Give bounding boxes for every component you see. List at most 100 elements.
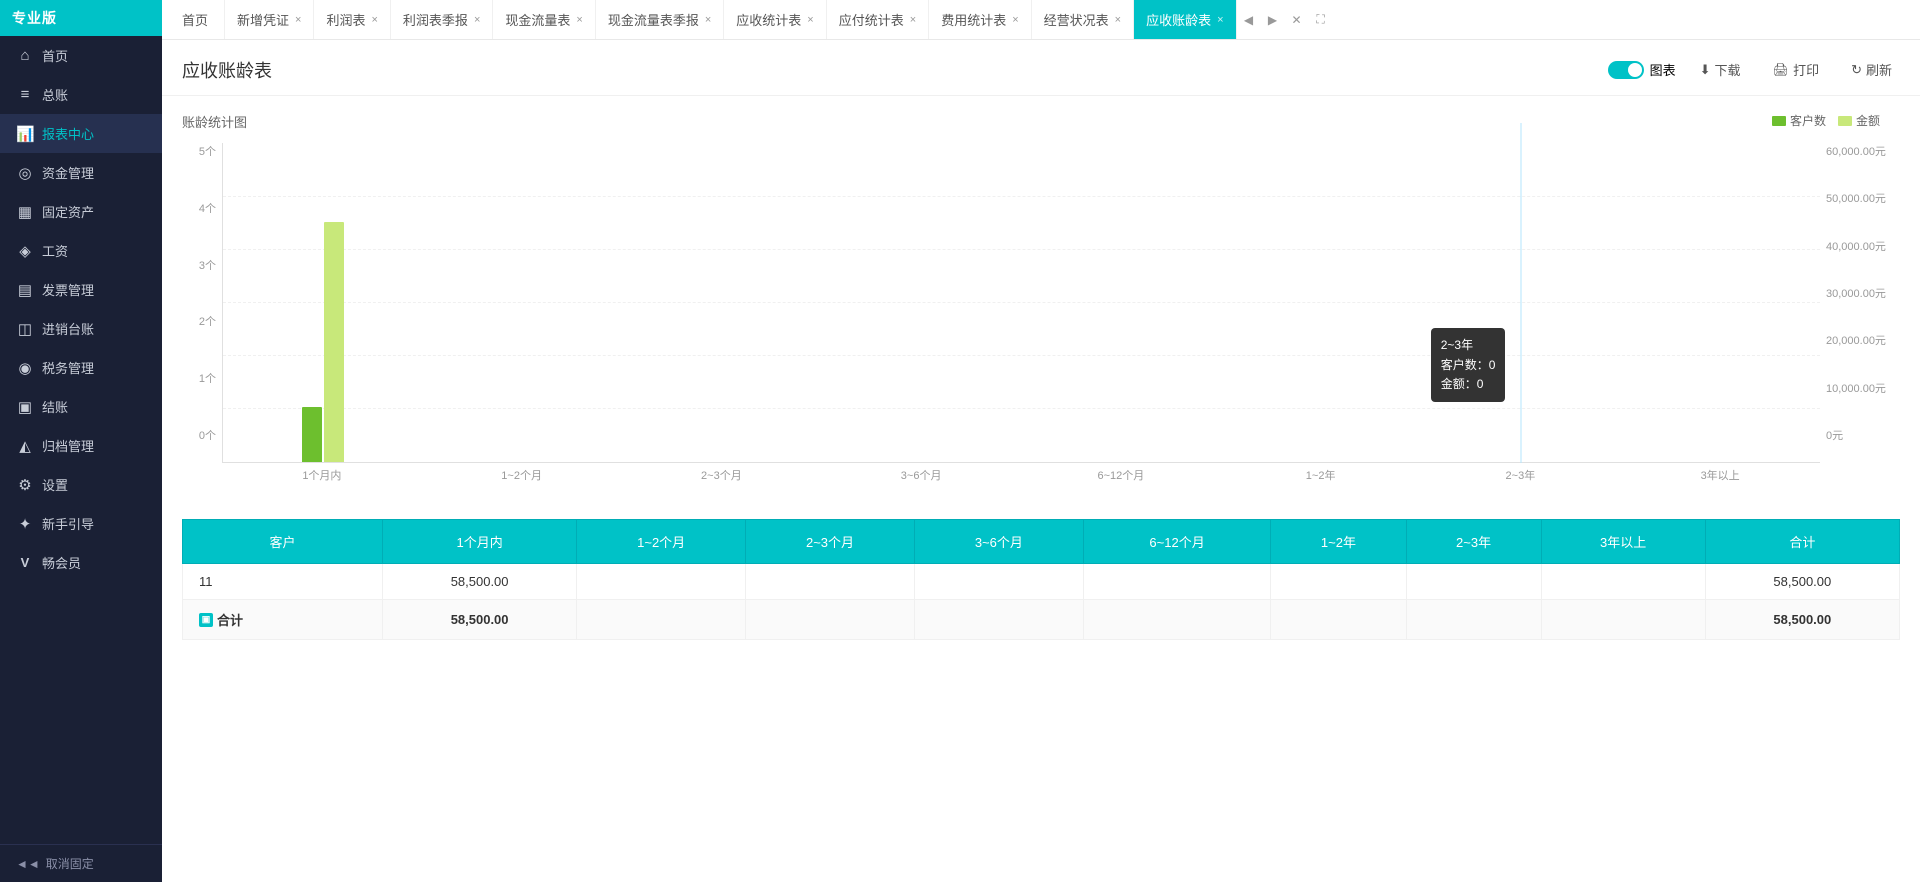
- tab-receivable-aging[interactable]: 应收账龄表 ×: [1134, 0, 1236, 40]
- total-1month: 58,500.00: [383, 600, 577, 640]
- print-icon: 🖨: [1773, 62, 1790, 78]
- sidebar-item-funds[interactable]: ◎ 资金管理: [0, 153, 162, 192]
- tab-close-payable-stat[interactable]: ×: [910, 14, 916, 26]
- y-right-label: 40,000.00元: [1826, 238, 1886, 254]
- tax-icon: ◉: [16, 359, 34, 377]
- sidebar-item-label: 发票管理: [42, 280, 94, 299]
- tab-close-all[interactable]: ✕: [1285, 0, 1309, 40]
- cell-12month: [577, 564, 746, 600]
- data-table: 客户 1个月内 1~2个月 2~3个月 3~6个月 6~12个月 1~2年 2~…: [182, 519, 1900, 640]
- sidebar-item-label: 总账: [42, 85, 68, 104]
- tab-voucher[interactable]: 新增凭证 ×: [225, 0, 314, 40]
- tab-close-receivable-stat[interactable]: ×: [807, 14, 813, 26]
- y-right-label: 50,000.00元: [1826, 190, 1886, 206]
- tab-close-cashflow-quarterly[interactable]: ×: [705, 14, 711, 26]
- sidebar-item-label: 归档管理: [42, 436, 94, 455]
- cell-customer: 11: [183, 564, 383, 600]
- invoice-icon: ▤: [16, 281, 34, 299]
- table-header-row: 客户 1个月内 1~2个月 2~3个月 3~6个月 6~12个月 1~2年 2~…: [183, 520, 1900, 564]
- y-label: 3个: [199, 257, 216, 273]
- sidebar-item-archive[interactable]: ◭ 归档管理: [0, 426, 162, 465]
- collapse-icon: ◄◄: [16, 857, 40, 871]
- sidebar-item-reports[interactable]: 📊 报表中心: [0, 114, 162, 153]
- tab-profit[interactable]: 利润表 ×: [314, 0, 390, 40]
- tab-operation-stat[interactable]: 经营状况表 ×: [1032, 0, 1134, 40]
- refresh-icon: ↻: [1851, 62, 1862, 78]
- sidebar-item-label: 税务管理: [42, 358, 94, 377]
- tab-cashflow-quarterly[interactable]: 现金流量表季报 ×: [596, 0, 724, 40]
- tab-close-expense-stat[interactable]: ×: [1012, 14, 1018, 26]
- y-right-label: 0元: [1826, 427, 1843, 443]
- y-right-label: 60,000.00元: [1826, 143, 1886, 159]
- x-label-12year: 1~2年: [1221, 467, 1421, 483]
- total-3plusyear: [1541, 600, 1705, 640]
- tab-home[interactable]: 首页: [166, 0, 225, 40]
- bar-group-3plusyear: [1620, 143, 1820, 462]
- sidebar-item-closing[interactable]: ▣ 结账: [0, 387, 162, 426]
- y-right-label: 20,000.00元: [1826, 332, 1886, 348]
- guide-icon: ✦: [16, 515, 34, 533]
- x-label-612month: 6~12个月: [1021, 467, 1221, 483]
- bar-group-23year: 2~3年 客户数：0 金额：0: [1421, 143, 1621, 462]
- sidebar-item-vip[interactable]: V 畅会员: [0, 543, 162, 582]
- bar-group-1month: [223, 143, 423, 462]
- tab-profit-quarterly[interactable]: 利润表季报 ×: [391, 0, 493, 40]
- sidebar-item-ledger[interactable]: ≡ 总账: [0, 75, 162, 114]
- print-btn[interactable]: 🖨 打印: [1765, 56, 1828, 83]
- cell-total-label: ▣ 合计: [183, 600, 383, 640]
- sidebar-item-label: 资金管理: [42, 163, 94, 182]
- sidebar-item-label: 新手引导: [42, 514, 94, 533]
- tab-maximize[interactable]: ⛶: [1309, 0, 1333, 40]
- sales-icon: ◫: [16, 320, 34, 338]
- y-label: 5个: [199, 143, 216, 159]
- total-23year: [1406, 600, 1541, 640]
- tab-nav-next[interactable]: ▶: [1261, 0, 1285, 40]
- tab-cashflow[interactable]: 现金流量表 ×: [493, 0, 595, 40]
- chart-legend: 客户数 金额: [1772, 112, 1880, 129]
- sidebar-item-invoice[interactable]: ▤ 发票管理: [0, 270, 162, 309]
- th-total: 合计: [1705, 520, 1899, 564]
- sidebar-collapse[interactable]: ◄◄ 取消固定: [0, 844, 162, 882]
- y-right-label: 10,000.00元: [1826, 380, 1886, 396]
- tab-nav-prev[interactable]: ◀: [1237, 0, 1261, 40]
- tab-expense-stat[interactable]: 费用统计表 ×: [929, 0, 1031, 40]
- assets-icon: ▦: [16, 203, 34, 221]
- sidebar-item-home[interactable]: ⌂ 首页: [0, 36, 162, 75]
- th-customer: 客户: [183, 520, 383, 564]
- y-label: 4个: [199, 200, 216, 216]
- tab-close-profit[interactable]: ×: [371, 14, 377, 26]
- bar-amount-1month: [324, 222, 344, 462]
- cell-1month: 58,500.00: [383, 564, 577, 600]
- refresh-btn[interactable]: ↻ 刷新: [1843, 56, 1900, 83]
- sidebar-item-tax[interactable]: ◉ 税务管理: [0, 348, 162, 387]
- page-header: 应收账龄表 图表 ⬇ 下载 🖨 打印 ↻ 刷新: [162, 40, 1920, 96]
- sidebar-item-settings[interactable]: ⚙ 设置: [0, 465, 162, 504]
- chart-toggle[interactable]: 图表: [1608, 60, 1676, 79]
- tab-close-voucher[interactable]: ×: [295, 14, 301, 26]
- total-612month: [1083, 600, 1271, 640]
- sidebar-item-salary[interactable]: ◈ 工资: [0, 231, 162, 270]
- cell-612month: [1083, 564, 1271, 600]
- sidebar-item-label: 工资: [42, 241, 68, 260]
- tab-close-operation-stat[interactable]: ×: [1115, 14, 1121, 26]
- th-1month: 1个月内: [383, 520, 577, 564]
- tab-close-cashflow[interactable]: ×: [576, 14, 582, 26]
- tab-bar: 首页 新增凭证 × 利润表 × 利润表季报 × 现金流量表 × 现金流量表季报 …: [162, 0, 1920, 40]
- total-label-container: ▣ 合计: [199, 610, 374, 629]
- sidebar: 专业版 ⌂ 首页 ≡ 总账 📊 报表中心 ◎ 资金管理 ▦ 固定资产 ◈ 工资 …: [0, 0, 162, 882]
- tab-close-receivable-aging[interactable]: ×: [1217, 14, 1223, 26]
- download-btn[interactable]: ⬇ 下载: [1692, 56, 1749, 83]
- total-36month: [914, 600, 1083, 640]
- y-label: 0个: [199, 427, 216, 443]
- toggle-switch-control[interactable]: [1608, 61, 1644, 79]
- sidebar-item-assets[interactable]: ▦ 固定资产: [0, 192, 162, 231]
- sidebar-item-sales[interactable]: ◫ 进销台账: [0, 309, 162, 348]
- sidebar-item-guide[interactable]: ✦ 新手引导: [0, 504, 162, 543]
- chart-container: 5个 4个 3个 2个 1个 0个: [182, 143, 1900, 503]
- total-sum: 58,500.00: [1705, 600, 1899, 640]
- tab-payable-stat[interactable]: 应付统计表 ×: [827, 0, 929, 40]
- main-area: 首页 新增凭证 × 利润表 × 利润表季报 × 现金流量表 × 现金流量表季报 …: [162, 0, 1920, 882]
- tab-close-profit-quarterly[interactable]: ×: [474, 14, 480, 26]
- page-title: 应收账龄表: [182, 57, 272, 83]
- tab-receivable-stat[interactable]: 应收统计表 ×: [724, 0, 826, 40]
